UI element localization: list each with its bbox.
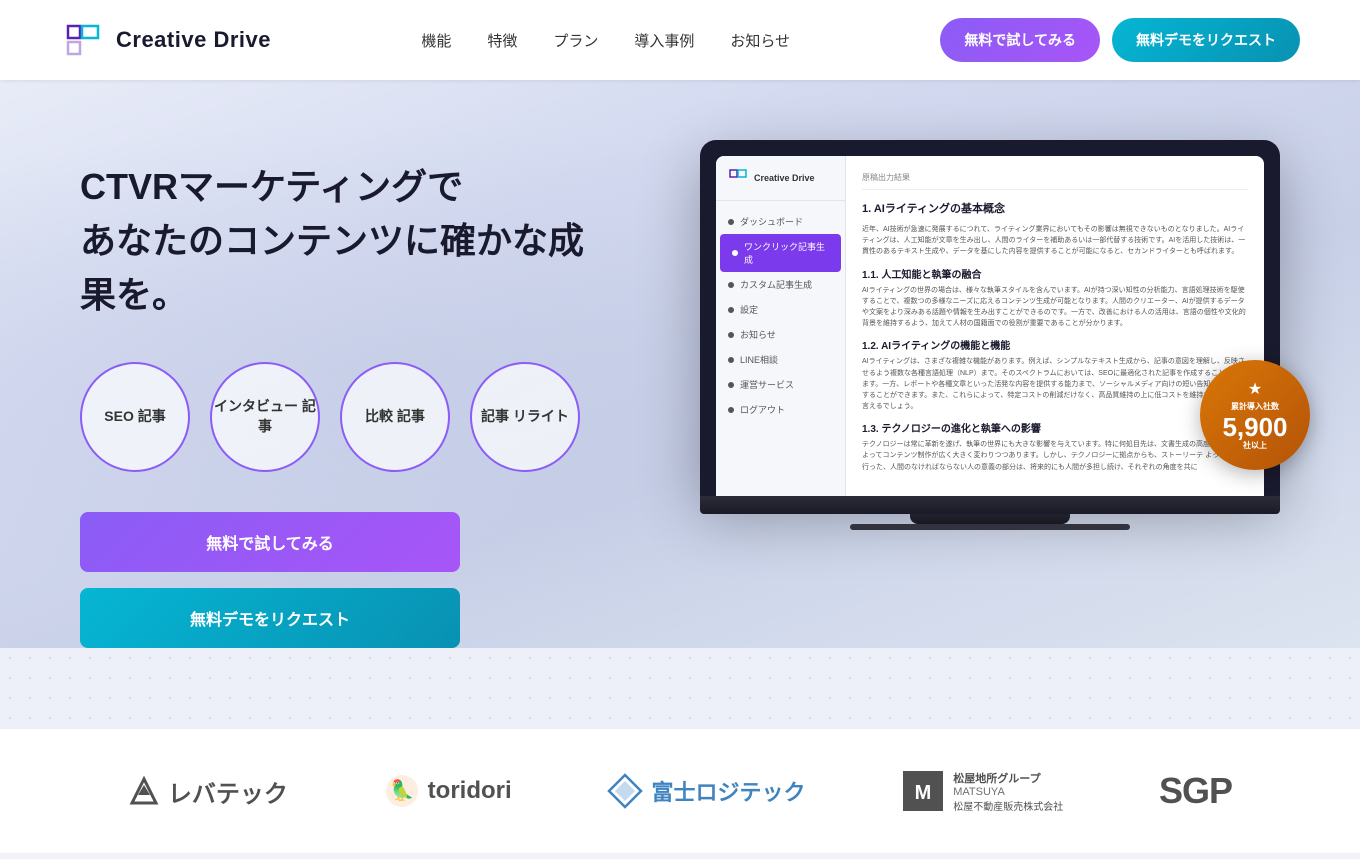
dots-background: [0, 648, 1360, 728]
matsuya-text: 松屋地所グループ MATSUYA 松屋不動産販売株式会社: [953, 770, 1063, 813]
sidebar-dashboard[interactable]: ダッシュボード: [716, 209, 845, 234]
laptop-stand: [910, 514, 1070, 524]
sidebar-logout[interactable]: ログアウト: [716, 397, 845, 422]
screen-h2-3: 1.3. テクノロジーの進化と執筆への影響: [862, 420, 1248, 435]
laptop-base: [700, 496, 1280, 514]
logo-text: Creative Drive: [116, 27, 271, 53]
sgp-name: SGP: [1159, 770, 1232, 812]
laptop: Creative Drive ダッシュボード ワンクリック記事生成 カスタム記事…: [700, 140, 1280, 496]
screen-p3: AIライティングは、さまざな複雑な機能があります。例えば、シンプルなテキスト生成…: [862, 356, 1248, 412]
screen-h2-1: 1.1. 人工知能と執筆の融合: [862, 266, 1248, 281]
matsuya-icon: M: [901, 769, 945, 813]
badge-number: 5,900: [1222, 414, 1287, 440]
feature-rewrite[interactable]: 記事 リライト: [470, 362, 580, 472]
sidebar-news[interactable]: お知らせ: [716, 322, 845, 347]
nav-benefits[interactable]: 特徴: [487, 30, 517, 51]
logos-section: レバテック 🦜 toridori 富士ロジテック M 松屋地所グループ MATS…: [0, 728, 1360, 853]
screen-logo-text: Creative Drive: [754, 173, 815, 183]
screen-p4: テクノロジーは常に革新を遂げ、執筆の世界にも大きな影響を与えています。特に何処目…: [862, 439, 1248, 473]
feature-circles: SEO 記事 インタビュー 記事 比較 記事 記事 リライト: [80, 362, 600, 472]
screen-p2: AIライティングの世界の場合は、様々な執筆スタイルを含んでいます。AIが持つ深い…: [862, 285, 1248, 330]
hero-section: CTVRマーケティングで あなたのコンテンツに確かな成果を。 SEO 記事 イン…: [0, 80, 1360, 648]
sidebar-custom[interactable]: カスタム記事生成: [716, 272, 845, 297]
nav-plans[interactable]: プラン: [553, 30, 598, 51]
sidebar-one-click[interactable]: ワンクリック記事生成: [720, 234, 841, 272]
header-buttons: 無料で試してみる 無料デモをリクエスト: [940, 18, 1300, 62]
badge-wrapper: ★ 累計導入社数 5,900 社以上: [1200, 360, 1310, 470]
levtech-name: レバテック: [168, 774, 288, 809]
badge-top-text: 累計導入社数: [1231, 401, 1279, 412]
hero-right: Creative Drive ダッシュボード ワンクリック記事生成 カスタム記事…: [700, 140, 1280, 530]
feature-compare[interactable]: 比較 記事: [340, 362, 450, 472]
hero-cta: 無料で試してみる 無料デモをリクエスト: [80, 512, 600, 648]
fujilogi-name: 富士ロジテック: [651, 775, 805, 807]
company-count-badge: ★ 累計導入社数 5,900 社以上: [1200, 360, 1310, 470]
logo-matsuya: M 松屋地所グループ MATSUYA 松屋不動産販売株式会社: [901, 769, 1063, 813]
screen-h2-2: 1.2. AIライティングの機能と機能: [862, 337, 1248, 352]
nav-news[interactable]: お知らせ: [730, 30, 790, 51]
svg-text:🦜: 🦜: [389, 778, 414, 802]
logo-fujilogi: 富士ロジテック: [607, 773, 805, 809]
screen-sidebar: Creative Drive ダッシュボード ワンクリック記事生成 カスタム記事…: [716, 156, 846, 496]
hero-title: CTVRマーケティングで あなたのコンテンツに確かな成果を。: [80, 160, 600, 322]
laptop-screen: Creative Drive ダッシュボード ワンクリック記事生成 カスタム記事…: [716, 156, 1264, 496]
sidebar-service[interactable]: 運営サービス: [716, 372, 845, 397]
nav-features[interactable]: 機能: [421, 30, 451, 51]
screen-section-label: 原稿出力結果: [862, 172, 1248, 190]
badge-star-icon: ★: [1248, 379, 1262, 399]
fujilogi-icon: [607, 773, 643, 809]
svg-text:M: M: [915, 782, 932, 804]
header: Creative Drive 機能 特徴 プラン 導入事例 お知らせ 無料で試し…: [0, 0, 1360, 80]
feature-seo[interactable]: SEO 記事: [80, 362, 190, 472]
sidebar-settings[interactable]: 設定: [716, 297, 845, 322]
logo-sgp: SGP: [1159, 770, 1232, 812]
hero-demo-button[interactable]: 無料デモをリクエスト: [80, 588, 460, 648]
hero-trial-button[interactable]: 無料で試してみる: [80, 512, 460, 572]
header-demo-button[interactable]: 無料デモをリクエスト: [1112, 18, 1300, 62]
toridori-name: toridori: [428, 777, 512, 805]
screen-logo: Creative Drive: [716, 168, 845, 201]
logo-levtech: レバテック: [128, 774, 288, 809]
hero-left: CTVRマーケティングで あなたのコンテンツに確かな成果を。 SEO 記事 イン…: [80, 140, 600, 648]
laptop-mockup: Creative Drive ダッシュボード ワンクリック記事生成 カスタム記事…: [700, 140, 1280, 530]
sidebar-line[interactable]: LINE相談: [716, 347, 845, 372]
badge-bottom-text: 社以上: [1243, 440, 1267, 451]
logo-area[interactable]: Creative Drive: [60, 18, 271, 62]
logo-icon: [60, 18, 104, 62]
screen-p1: 近年、AI技術が急速に発展するにつれて、ライティング業界においてもその影響は無視…: [862, 224, 1248, 258]
nav-cases[interactable]: 導入事例: [634, 30, 694, 51]
header-trial-button[interactable]: 無料で試してみる: [940, 18, 1100, 62]
laptop-foot: [850, 524, 1130, 530]
logo-toridori: 🦜 toridori: [384, 773, 512, 809]
feature-interview[interactable]: インタビュー 記事: [210, 362, 320, 472]
levtech-icon: [128, 775, 160, 807]
screen-h1: 1. AIライティングの基本概念: [862, 200, 1248, 216]
main-nav: 機能 特徴 プラン 導入事例 お知らせ: [421, 30, 790, 51]
toridori-icon: 🦜: [384, 773, 420, 809]
